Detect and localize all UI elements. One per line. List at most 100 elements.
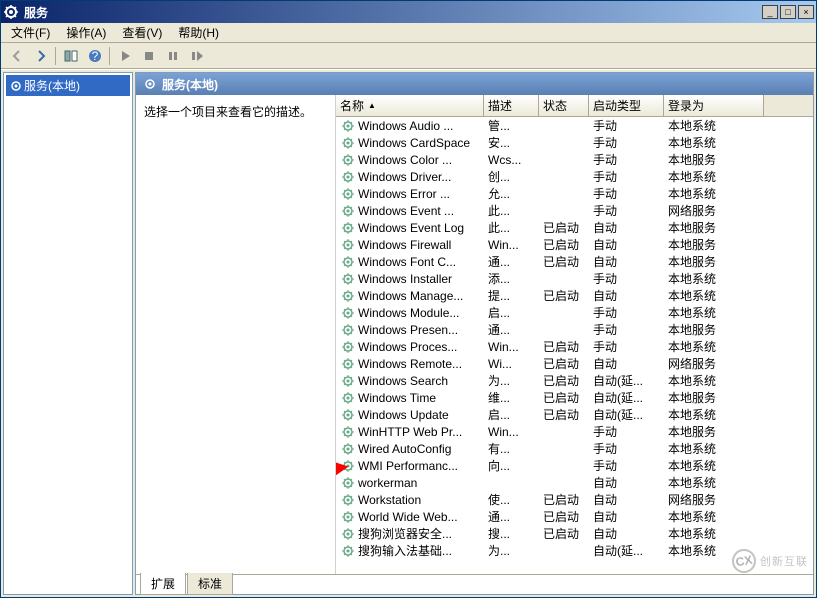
column-start-type[interactable]: 启动类型 [589,95,664,116]
service-row[interactable]: Windows Presen...通...手动本地服务 [336,321,813,338]
service-row[interactable]: Workstation使...已启动自动网络服务 [336,491,813,508]
list-rows[interactable]: Windows Audio ...管...手动本地系统Windows CardS… [336,117,813,574]
service-logon: 本地系统 [664,372,764,389]
service-logon: 本地服务 [664,423,764,440]
service-row[interactable]: Windows Time维...已启动自动(延...本地服务 [336,389,813,406]
gear-icon [340,390,356,406]
service-start: 自动(延... [589,372,664,389]
gear-icon [340,458,356,474]
service-logon: 本地服务 [664,253,764,270]
show-hide-tree-button[interactable] [59,45,82,67]
service-state: 已启动 [539,508,589,525]
stop-service-button[interactable] [137,45,160,67]
service-start: 自动 [589,491,664,508]
service-start: 手动 [589,440,664,457]
service-logon: 本地系统 [664,117,764,134]
forward-button[interactable] [29,45,52,67]
gear-icon [340,441,356,457]
gear-icon [340,526,356,542]
service-start: 自动 [589,253,664,270]
service-logon: 网络服务 [664,202,764,219]
gear-icon [340,152,356,168]
gear-icon [340,543,356,559]
service-row[interactable]: Windows Error ...允...手动本地系统 [336,185,813,202]
tab-standard[interactable]: 标准 [187,573,233,595]
service-name: Windows Color ... [358,153,452,167]
menu-help[interactable]: 帮助(H) [170,22,227,43]
service-row[interactable]: World Wide Web...通...已启动自动本地系统 [336,508,813,525]
service-name: Windows Presen... [358,323,458,337]
services-list[interactable]: 名称▲ 描述 状态 启动类型 登录为 Windows Audio ...管...… [336,95,813,574]
service-start: 自动 [589,508,664,525]
tree-pane[interactable]: 服务(本地) [3,72,133,595]
window-title: 服务 [22,4,762,21]
service-state: 已启动 [539,338,589,355]
service-row[interactable]: 搜狗浏览器安全...搜...已启动自动本地系统 [336,525,813,542]
minimize-button[interactable]: _ [762,5,778,19]
service-row[interactable]: Windows Search为...已启动自动(延...本地系统 [336,372,813,389]
service-row[interactable]: Windows Installer添...手动本地系统 [336,270,813,287]
column-state[interactable]: 状态 [539,95,589,116]
service-logon: 本地系统 [664,525,764,542]
service-logon: 本地服务 [664,151,764,168]
service-row[interactable]: WMI Performanc...向...手动本地系统 [336,457,813,474]
service-start: 手动 [589,321,664,338]
gear-icon [340,271,356,287]
menu-action[interactable]: 操作(A) [58,22,114,43]
watermark: CX 创新互联 [732,549,808,573]
menu-file[interactable]: 文件(F) [3,22,58,43]
details-pane: 服务(本地) 选择一个项目来查看它的描述。 名称▲ 描述 状态 启动类型 登录为… [135,72,814,595]
service-desc: 允... [484,185,539,202]
service-desc: 此... [484,219,539,236]
restart-service-button[interactable] [185,45,208,67]
service-row[interactable]: Windows Module...启...手动本地系统 [336,304,813,321]
close-button[interactable]: × [798,5,814,19]
service-desc: 有... [484,440,539,457]
service-state: 已启动 [539,219,589,236]
tab-extended[interactable]: 扩展 [140,573,186,595]
service-row[interactable]: Windows Remote...Wi...已启动自动网络服务 [336,355,813,372]
service-row[interactable]: Windows Proces...Win...已启动手动本地系统 [336,338,813,355]
details-header: 服务(本地) [136,73,813,95]
maximize-button[interactable]: □ [780,5,796,19]
service-desc: 启... [484,304,539,321]
column-description[interactable]: 描述 [484,95,539,116]
service-logon: 本地服务 [664,219,764,236]
service-name: Windows Manage... [358,289,463,303]
service-row[interactable]: Windows Font C...通...已启动自动本地服务 [336,253,813,270]
service-name: Windows Remote... [358,357,462,371]
service-row[interactable]: Wired AutoConfig有...手动本地系统 [336,440,813,457]
service-row[interactable]: WinHTTP Web Pr...Win...手动本地服务 [336,423,813,440]
column-name[interactable]: 名称▲ [336,95,484,116]
service-desc: 创... [484,168,539,185]
pause-service-button[interactable] [161,45,184,67]
service-name: Windows Search [358,374,448,388]
service-desc: 启... [484,406,539,423]
services-icon [3,4,19,20]
service-row[interactable]: Windows FirewallWin...已启动自动本地服务 [336,236,813,253]
service-start: 自动(延... [589,389,664,406]
column-logon-as[interactable]: 登录为 [664,95,764,116]
back-button[interactable] [5,45,28,67]
start-service-button[interactable] [113,45,136,67]
help-button[interactable]: ? [83,45,106,67]
menu-view[interactable]: 查看(V) [114,22,170,43]
toolbar: ? [1,43,816,69]
service-row[interactable]: Windows Event Log此...已启动自动本地服务 [336,219,813,236]
service-row[interactable]: workerman自动本地系统 [336,474,813,491]
service-row[interactable]: Windows Driver...创...手动本地系统 [336,168,813,185]
service-row[interactable]: Windows Audio ...管...手动本地系统 [336,117,813,134]
tree-item-services-local[interactable]: 服务(本地) [6,75,130,96]
watermark-text: 创新互联 [760,553,808,569]
service-logon: 本地系统 [664,508,764,525]
service-start: 自动 [589,219,664,236]
service-desc: 维... [484,389,539,406]
service-row[interactable]: Windows Event ...此...手动网络服务 [336,202,813,219]
service-name: Windows Driver... [358,170,451,184]
service-desc: 通... [484,321,539,338]
service-row[interactable]: Windows Color ...Wcs...手动本地服务 [336,151,813,168]
service-row[interactable]: Windows Update启...已启动自动(延...本地系统 [336,406,813,423]
service-logon: 本地系统 [664,440,764,457]
service-row[interactable]: Windows Manage...提...已启动自动本地系统 [336,287,813,304]
service-row[interactable]: Windows CardSpace安...手动本地系统 [336,134,813,151]
